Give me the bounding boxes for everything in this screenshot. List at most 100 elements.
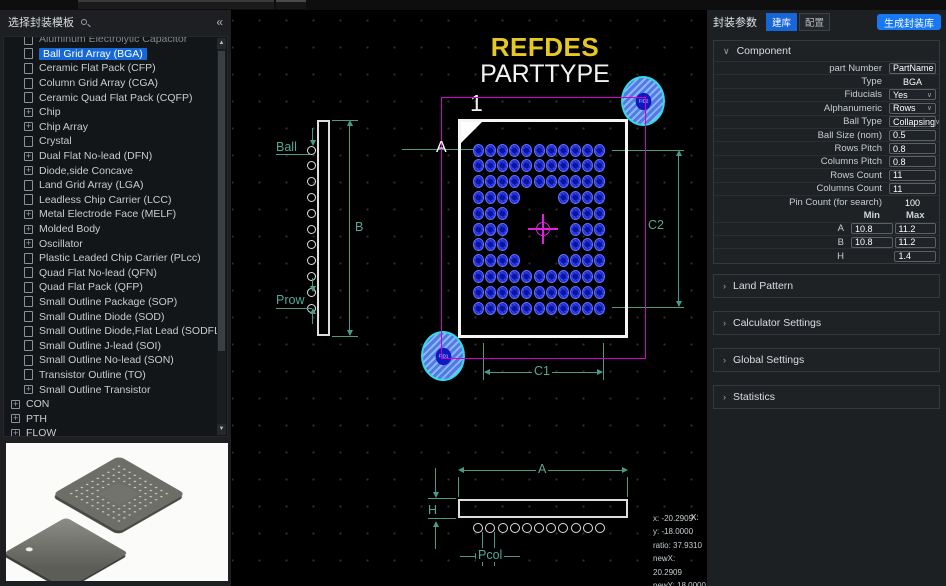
sidebar-item-label: Quad Flat Pack (QFP): [39, 281, 143, 294]
sidebar-item[interactable]: Small Outline No-lead (SON): [4, 353, 216, 368]
sidebar-title: 选择封装模板: [8, 17, 74, 29]
ball-pad: [484, 175, 496, 189]
tree-scrollbar[interactable]: ▲ ▼: [217, 38, 226, 435]
file-icon: [11, 427, 20, 436]
sidebar-item[interactable]: Small Outline Diode (SOD): [4, 309, 216, 324]
sidebar-item[interactable]: Metal Electrode Face (MELF): [4, 207, 216, 222]
sidebar-item[interactable]: Chip Array: [4, 120, 216, 135]
param-value[interactable]: 0.5 ∨: [889, 129, 936, 141]
sidebar-item[interactable]: Ceramic Quad Flat Pack (CQFP): [4, 90, 216, 105]
fiducial-label: FID1: [435, 347, 451, 365]
ball-pad: [557, 143, 569, 157]
sidebar-item[interactable]: Ball Grid Array (BGA): [4, 47, 216, 62]
sidebar-item[interactable]: CON: [4, 397, 216, 412]
template-tree: Aluminum Electrolytic Capacitor Ball Gri…: [3, 36, 228, 437]
param-value-text: 0.8: [893, 156, 906, 167]
package-3d-preview: [6, 443, 228, 581]
ball-pad: [521, 301, 533, 315]
max-value-field[interactable]: 1.4: [894, 250, 936, 262]
sidebar-item[interactable]: Small Outline J-lead (SOI): [4, 338, 216, 353]
footprint-canvas[interactable]: REFDES PARTTYPE 1 A FID1 FID2 C2 C1 Ball…: [232, 0, 706, 586]
ball-pad: [582, 254, 594, 268]
param-value[interactable]: BGA ∨: [889, 76, 936, 87]
max-value-field[interactable]: 11.2: [894, 223, 936, 235]
param-value-text: Rows: [893, 103, 916, 114]
scroll-down-icon[interactable]: ▼: [217, 424, 226, 435]
minmax-header-row: Min Max: [714, 209, 939, 223]
sidebar-item[interactable]: Land Grid Array (LGA): [4, 178, 216, 193]
max-value-field[interactable]: 11.2: [894, 236, 936, 248]
sidebar-item[interactable]: Quad Flat Pack (QFP): [4, 280, 216, 295]
scrollbar-thumb[interactable]: [218, 51, 225, 351]
param-value[interactable]: PartName ∨: [889, 62, 936, 74]
sidebar-item[interactable]: Transistor Outline (TO): [4, 368, 216, 383]
chevron-right-icon: ›: [723, 280, 726, 291]
file-icon: [24, 252, 33, 264]
pin-icon[interactable]: [81, 19, 87, 25]
panel-tab[interactable]: 配置: [799, 13, 831, 31]
sidebar-item[interactable]: Diode,side Concave: [4, 163, 216, 178]
origin-crosshair: [528, 214, 558, 244]
ball-pad: [570, 269, 582, 283]
sidebar-item[interactable]: Column Grid Array (CGA): [4, 76, 216, 91]
min-value-field[interactable]: [851, 251, 892, 262]
sidebar-item[interactable]: Quad Flat No-lead (QFN): [4, 266, 216, 281]
scroll-up-icon[interactable]: ▲: [217, 38, 226, 49]
section-header-component[interactable]: ∨ Component: [714, 41, 939, 61]
collapsed-section-header[interactable]: › Global Settings: [714, 349, 939, 371]
param-value[interactable]: Rows ∨: [889, 102, 936, 114]
ball-pad: [472, 143, 484, 157]
sidebar-item[interactable]: Crystal: [4, 134, 216, 149]
sidebar-item-label: Small Outline Transistor: [39, 383, 151, 396]
param-value[interactable]: Yes ∨: [889, 89, 936, 101]
sidebar-item[interactable]: Small Outline Diode,Flat Lead (SODFL): [4, 324, 223, 339]
ball-pad: [521, 143, 533, 157]
sidebar-item-label: Land Grid Array (LGA): [39, 179, 144, 192]
sidebar-item[interactable]: FLOW: [4, 426, 216, 436]
sidebar-item-label: Metal Electrode Face (MELF): [39, 208, 177, 221]
ball-pad: [497, 143, 509, 157]
collapsed-sections: › Land Pattern › Calculator Settings › G…: [707, 273, 946, 409]
sidebar-item[interactable]: Small Outline Transistor: [4, 382, 216, 397]
sidebar-item[interactable]: Leadless Chip Carrier (LCC): [4, 193, 216, 208]
sidebar-item[interactable]: Dual Flat No-lead (DFN): [4, 149, 216, 164]
ball-pad: [582, 175, 594, 189]
sidebar-item[interactable]: Oscillator: [4, 236, 216, 251]
collapsed-section-header[interactable]: › Land Pattern: [714, 275, 939, 297]
collapse-sidebar-icon[interactable]: «: [216, 15, 223, 29]
chevron-down-icon: ∨: [926, 105, 932, 113]
sidebar-item[interactable]: Molded Body: [4, 222, 216, 237]
min-value-field[interactable]: 10.8: [851, 223, 893, 235]
minmax-row: H 1.4: [714, 249, 939, 262]
row-a-label: A: [436, 139, 447, 156]
min-value-field[interactable]: 10.8: [851, 236, 893, 248]
sidebar-item-label: Chip: [39, 106, 61, 119]
ball-pad: [594, 159, 606, 173]
panel-tab[interactable]: 建库: [766, 13, 798, 31]
param-value[interactable]: 0.8 ∨: [889, 156, 936, 168]
sidebar-item-label: Oscillator: [39, 237, 83, 250]
param-value[interactable]: Collapsing ∨: [889, 116, 940, 128]
sidebar-item[interactable]: PTH: [4, 411, 216, 426]
ball-pad: [509, 175, 521, 189]
ball-pad: [594, 190, 606, 204]
param-value[interactable]: 0.8 ∨: [889, 143, 936, 155]
bottom-ball: [509, 523, 520, 533]
sidebar-item-label: Small Outline No-lead (SON): [39, 354, 174, 367]
param-value[interactable]: 100 ∨: [889, 197, 936, 208]
sidebar-item[interactable]: Chip: [4, 105, 216, 120]
ball-pad: [472, 222, 484, 236]
ball-pad: [472, 190, 484, 204]
sidebar-item[interactable]: Aluminum Electrolytic Capacitor: [4, 37, 216, 47]
file-icon: [24, 120, 33, 132]
sidebar-header: 选择封装模板 «: [0, 10, 231, 34]
param-value[interactable]: 11 ∨: [889, 183, 936, 195]
ball-pad: [582, 159, 594, 173]
collapsed-section-header[interactable]: › Calculator Settings: [714, 312, 939, 334]
collapsed-section-header[interactable]: › Statistics: [714, 386, 939, 408]
param-value[interactable]: 11 ∨: [889, 169, 936, 181]
sidebar-item[interactable]: Ceramic Flat Pack (CFP): [4, 61, 216, 76]
sidebar-item[interactable]: Plastic Leaded Chip Carrier (PLcc): [4, 251, 216, 266]
sidebar-item[interactable]: Small Outline Package (SOP): [4, 295, 216, 310]
generate-library-button[interactable]: 生成封装库: [877, 14, 941, 30]
